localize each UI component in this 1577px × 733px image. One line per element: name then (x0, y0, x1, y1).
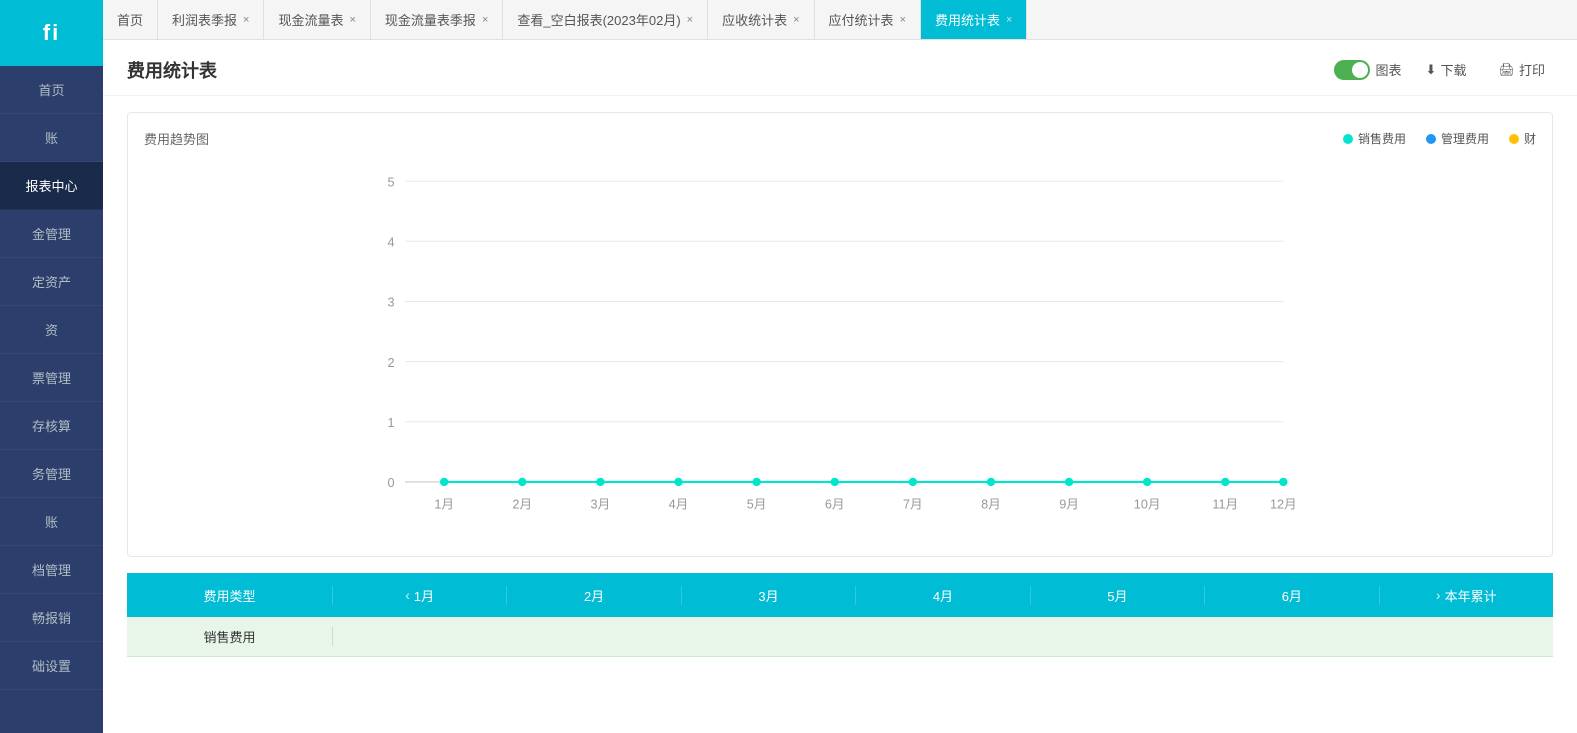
svg-text:1月: 1月 (434, 497, 454, 511)
chart-title: 费用趋势图 (144, 129, 209, 148)
svg-text:5月: 5月 (747, 497, 767, 511)
sidebar-item-expense[interactable]: 畅报销 (0, 594, 103, 642)
header-actions: 图表 ⬇ 下载 🖨 打印 (1334, 56, 1553, 83)
sidebar-item-settings[interactable]: 础设置 (0, 642, 103, 690)
table-row-sales: 销售费用 (127, 617, 1553, 657)
sidebar-logo: fi (0, 0, 103, 66)
svg-text:12月: 12月 (1270, 497, 1297, 511)
sidebar-item-inventory[interactable]: 存核算 (0, 402, 103, 450)
col-month4: 4月 (856, 586, 1030, 605)
sidebar-item-cash[interactable]: 金管理 (0, 210, 103, 258)
svg-text:5: 5 (388, 175, 395, 189)
tab-blank-report[interactable]: 查看_空白报表(2023年02月) × (503, 0, 708, 40)
sidebar-item-service[interactable]: 务管理 (0, 450, 103, 498)
close-tab-cashflow-quarterly[interactable]: × (482, 14, 488, 26)
col-month6: 6月 (1205, 586, 1379, 605)
prev-arrow[interactable]: ‹ (405, 587, 410, 603)
legend-finance: 财 (1509, 130, 1536, 147)
next-arrow[interactable]: › (1436, 587, 1441, 603)
svg-text:6月: 6月 (825, 497, 845, 511)
page-title: 费用统计表 (127, 57, 217, 83)
sidebar-item-account[interactable]: 账 (0, 498, 103, 546)
legend-sales: 销售费用 (1343, 130, 1406, 147)
svg-text:4: 4 (388, 236, 395, 250)
tab-profit-quarterly[interactable]: 利润表季报 × (158, 0, 264, 40)
tab-cashflow-quarterly[interactable]: 现金流量表季报 × (371, 0, 503, 40)
chart-svg: 0 1 2 3 4 5 (144, 160, 1536, 540)
svg-text:0: 0 (388, 476, 395, 490)
legend-dot-sales (1343, 134, 1353, 144)
download-button[interactable]: ⬇ 下载 (1418, 56, 1475, 83)
col-month3: 3月 (682, 586, 856, 605)
print-icon: 🖨 (1498, 62, 1515, 78)
col-month5: 5月 (1031, 586, 1205, 605)
svg-text:3: 3 (388, 296, 395, 310)
bottom-table: 费用类型 ‹ 1月 2月 3月 4月 5月 (127, 573, 1553, 657)
col-month2: 2月 (507, 586, 681, 605)
tab-payable[interactable]: 应付统计表 × (815, 0, 921, 40)
svg-text:7月: 7月 (903, 497, 923, 511)
close-tab-profit-quarterly[interactable]: × (243, 14, 249, 26)
sidebar-item-reports[interactable]: 报表中心 (0, 162, 103, 210)
legend-admin: 管理费用 (1426, 130, 1489, 147)
col-ytd: › 本年累计 (1380, 586, 1553, 605)
print-button[interactable]: 🖨 打印 (1490, 56, 1553, 83)
chart-container: 0 1 2 3 4 5 (144, 160, 1536, 540)
svg-text:11月: 11月 (1212, 497, 1238, 511)
svg-text:2月: 2月 (512, 497, 532, 511)
svg-text:8月: 8月 (981, 497, 1001, 511)
chart-legend: 销售费用 管理费用 财 (1343, 130, 1536, 147)
tab-receivable[interactable]: 应收统计表 × (708, 0, 814, 40)
close-tab-receivable[interactable]: × (793, 14, 799, 26)
sidebar-item-home[interactable]: 首页 (0, 66, 103, 114)
close-tab-blank-report[interactable]: × (687, 14, 693, 26)
close-tab-expense-stats[interactable]: × (1006, 14, 1012, 26)
chart-toggle-label: 图表 (1334, 60, 1402, 80)
legend-dot-admin (1426, 134, 1436, 144)
main-area: 首页 利润表季报 × 现金流量表 × 现金流量表季报 × 查看_空白报表(202… (103, 0, 1577, 733)
chart-toggle[interactable] (1334, 60, 1370, 80)
svg-text:3月: 3月 (591, 497, 611, 511)
page-content: 费用统计表 图表 ⬇ 下载 🖨 打印 费用趋势图 (103, 40, 1577, 733)
col-type: 费用类型 (127, 586, 333, 605)
download-icon: ⬇ (1426, 62, 1437, 78)
sidebar-item-ledger[interactable]: 账 (0, 114, 103, 162)
sidebar: fi 首页 账 报表中心 金管理 定资产 资 票管理 存核算 务管理 账 档管理… (0, 0, 103, 733)
svg-text:1: 1 (388, 416, 395, 430)
tab-cashflow[interactable]: 现金流量表 × (264, 0, 370, 40)
svg-text:2: 2 (388, 356, 395, 370)
tabs-bar: 首页 利润表季报 × 现金流量表 × 现金流量表季报 × 查看_空白报表(202… (103, 0, 1577, 40)
chart-section: 费用趋势图 销售费用 管理费用 财 (127, 112, 1553, 557)
tab-expense-stats[interactable]: 费用统计表 × (921, 0, 1027, 40)
col-month1: ‹ 1月 (333, 586, 507, 605)
row-type-sales: 销售费用 (127, 627, 333, 646)
svg-text:9月: 9月 (1059, 497, 1079, 511)
tab-home[interactable]: 首页 (103, 0, 158, 40)
svg-text:10月: 10月 (1134, 497, 1161, 511)
page-header: 费用统计表 图表 ⬇ 下载 🖨 打印 (103, 40, 1577, 96)
legend-dot-finance (1509, 134, 1519, 144)
close-tab-cashflow[interactable]: × (349, 14, 355, 26)
sidebar-item-archive[interactable]: 档管理 (0, 546, 103, 594)
table-header-row: 费用类型 ‹ 1月 2月 3月 4月 5月 (127, 573, 1553, 617)
svg-text:4月: 4月 (669, 497, 689, 511)
sidebar-item-salary[interactable]: 资 (0, 306, 103, 354)
sidebar-item-assets[interactable]: 定资产 (0, 258, 103, 306)
sidebar-item-invoice[interactable]: 票管理 (0, 354, 103, 402)
chart-header: 费用趋势图 销售费用 管理费用 财 (144, 129, 1536, 148)
close-tab-payable[interactable]: × (900, 14, 906, 26)
